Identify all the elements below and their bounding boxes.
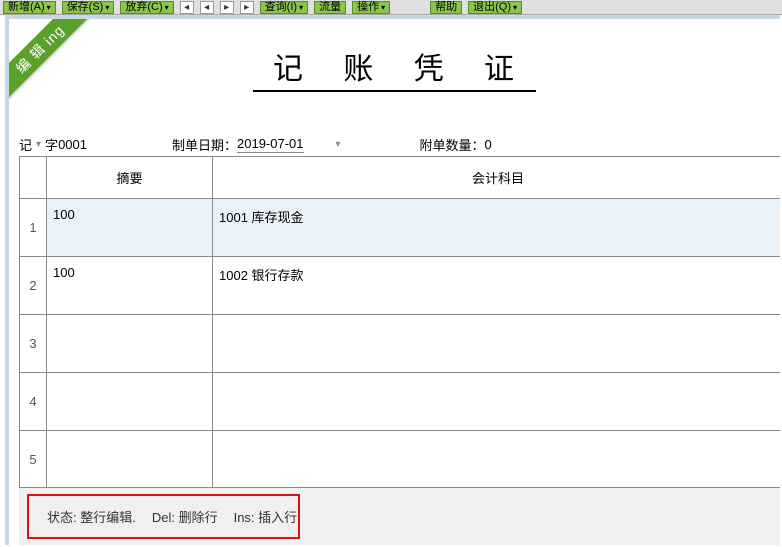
save-button[interactable]: 保存(S)▾ — [62, 1, 115, 14]
op-button[interactable]: 操作▾ — [352, 1, 390, 14]
add-button[interactable]: 新增(A)▾ — [3, 1, 56, 14]
col-subject: 会计科目 — [213, 157, 781, 199]
row-number: 1 — [20, 199, 47, 257]
abort-button[interactable]: 放弃(C)▾ — [120, 1, 173, 14]
status-bar: 状态: 整行编辑. Del: 删除行 Ins: 插入行 — [27, 494, 300, 539]
cell-subject[interactable]: 1002 银行存款 — [213, 257, 781, 315]
status-ins: Ins: 插入行 — [234, 507, 298, 526]
table-row[interactable]: 5 — [20, 431, 781, 489]
cell-subject[interactable] — [213, 431, 781, 489]
date-input[interactable]: 2019-07-01 — [237, 136, 304, 153]
cell-subject[interactable]: 1001 库存现金 — [213, 199, 781, 257]
date-label: 制单日期： — [172, 135, 237, 154]
cell-subject[interactable] — [213, 373, 781, 431]
next-icon[interactable]: ▸ — [220, 1, 234, 14]
row-number: 2 — [20, 257, 47, 315]
cell-summary[interactable] — [47, 315, 213, 373]
dropdown-icon[interactable]: ▾ — [36, 139, 41, 150]
cell-summary[interactable] — [47, 431, 213, 489]
table-row[interactable]: 1 100 1001 库存现金 — [20, 199, 781, 257]
help-button[interactable]: 帮助 — [430, 1, 462, 14]
voucher-meta: 记 ▾ 字 0001 制单日期： 2019-07-01 ▾ 附单数量： 0 — [19, 132, 780, 156]
cell-subject[interactable] — [213, 315, 781, 373]
col-summary: 摘要 — [47, 157, 213, 199]
cell-summary[interactable]: 100 — [47, 257, 213, 315]
table-row[interactable]: 2 100 1002 银行存款 — [20, 257, 781, 315]
main-toolbar: 新增(A)▾ 保存(S)▾ 放弃(C)▾ ◂ ◂ ▸ ▸ 查询(I)▾ 流量 操… — [0, 0, 782, 15]
cell-summary[interactable] — [47, 373, 213, 431]
flow-button[interactable]: 流量 — [314, 1, 346, 14]
row-number: 5 — [20, 431, 47, 489]
col-rownum — [20, 157, 47, 199]
table-row[interactable]: 3 — [20, 315, 781, 373]
voucher-word-label: 记 — [19, 135, 32, 154]
table-row[interactable]: 4 — [20, 373, 781, 431]
exit-button[interactable]: 退出(Q)▾ — [468, 1, 522, 14]
status-del: Del: 删除行 — [152, 507, 218, 526]
attach-input[interactable]: 0 — [485, 137, 492, 152]
voucher-word-sep: 字 — [45, 135, 58, 154]
row-number: 4 — [20, 373, 47, 431]
last-icon[interactable]: ▸ — [240, 1, 254, 14]
voucher-no-input[interactable]: 0001 — [58, 137, 87, 152]
row-number: 3 — [20, 315, 47, 373]
voucher-page: 编 辑 ing 记 账 凭 证 记 ▾ 字 0001 制单日期： 2019-07… — [5, 15, 780, 545]
prev-icon[interactable]: ◂ — [200, 1, 214, 14]
date-dropdown-icon[interactable]: ▾ — [336, 139, 341, 150]
cell-summary[interactable]: 100 — [47, 199, 213, 257]
first-icon[interactable]: ◂ — [180, 1, 194, 14]
query-button[interactable]: 查询(I)▾ — [260, 1, 308, 14]
status-mode: 状态: 整行编辑. — [47, 507, 136, 526]
attach-label: 附单数量： — [420, 135, 485, 154]
voucher-grid[interactable]: 摘要 会计科目 1 100 1001 库存现金 2 100 1002 银行存款 … — [19, 156, 780, 489]
page-title: 记 账 凭 证 — [253, 44, 536, 92]
